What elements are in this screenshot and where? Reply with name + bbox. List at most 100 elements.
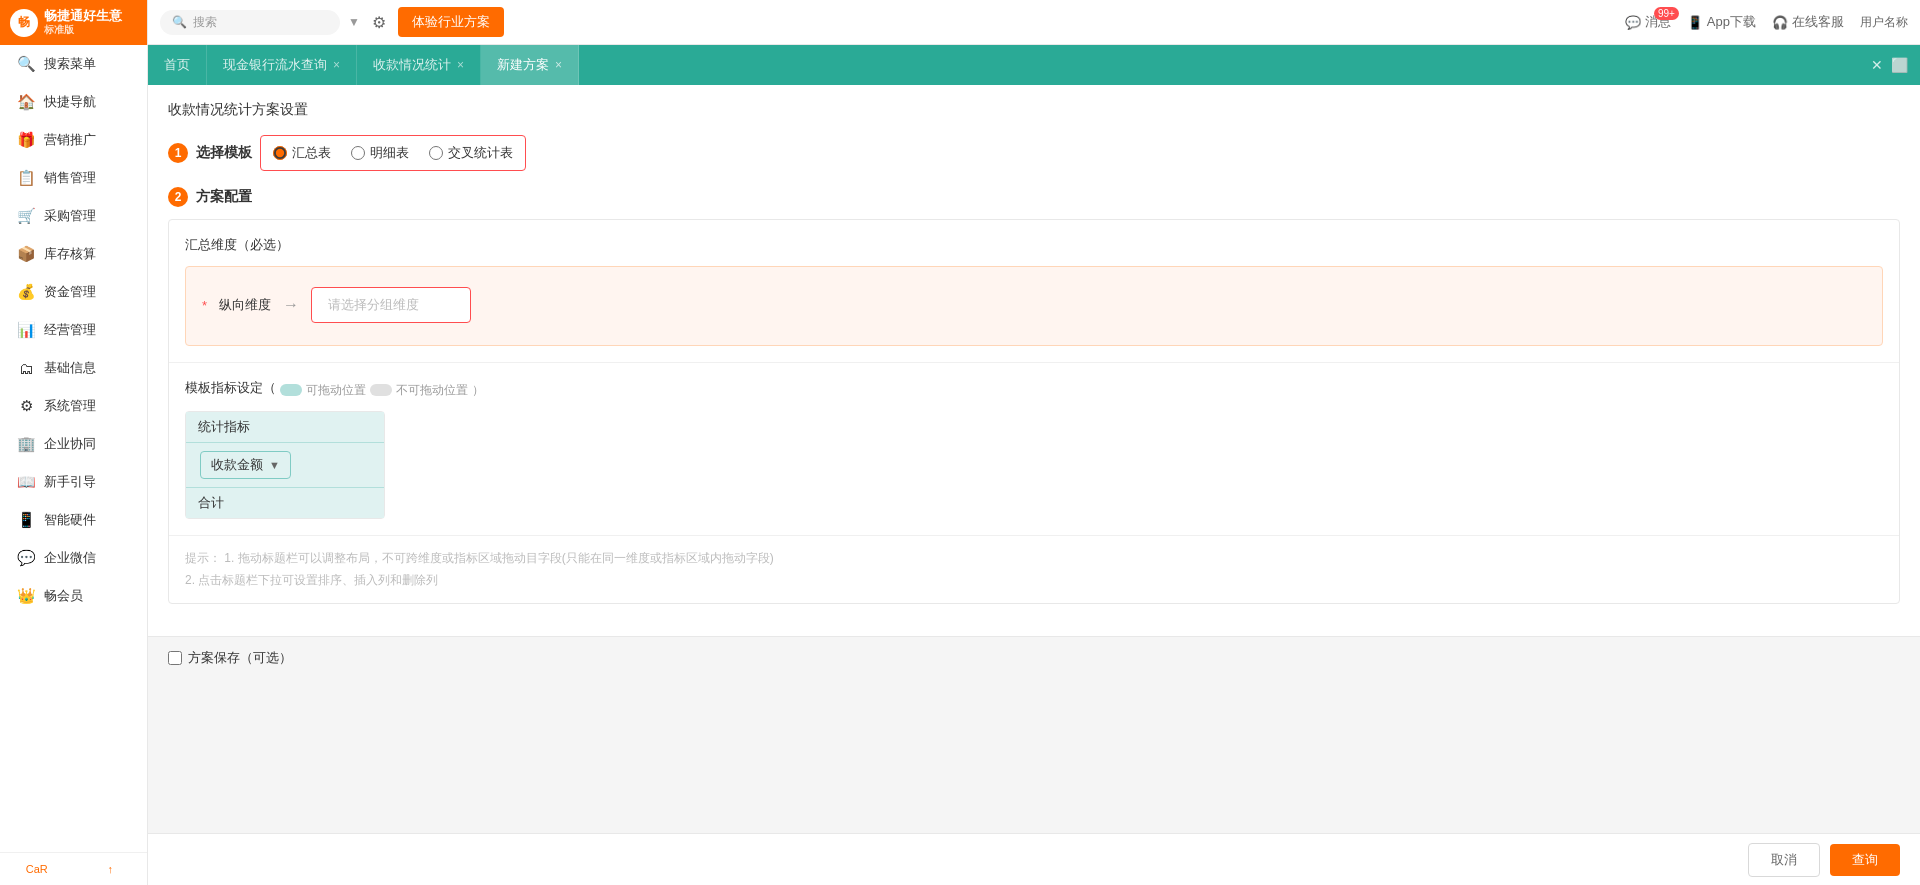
tab-label-bank-flow: 现金银行流水查询 bbox=[223, 56, 327, 74]
sidebar-logo: 畅 畅捷通好生意 标准版 bbox=[0, 0, 147, 45]
dimension-row: * 纵向维度 → 请选择分组维度 bbox=[202, 287, 1866, 323]
member-icon: 👑 bbox=[16, 587, 36, 605]
sidebar-item-enterprise[interactable]: 🏢 企业协同 bbox=[0, 425, 147, 463]
sidebar-item-finance[interactable]: 💰资金管理 bbox=[0, 273, 147, 311]
required-mark: * bbox=[202, 298, 207, 313]
header-dropdown-arrow[interactable]: ▼ bbox=[348, 15, 360, 29]
tabs-spacer bbox=[579, 45, 1859, 85]
enterprise-label: 企业协同 bbox=[44, 435, 96, 453]
tab-home[interactable]: 首页 bbox=[148, 45, 207, 85]
basic-icon: 🗂 bbox=[16, 360, 36, 377]
radio-summary[interactable] bbox=[273, 146, 287, 160]
radio-cross[interactable] bbox=[429, 146, 443, 160]
tab-new-plan[interactable]: 新建方案 × bbox=[481, 45, 579, 85]
option-summary[interactable]: 汇总表 bbox=[273, 144, 331, 162]
tip-1: 提示： 1. 拖动标题栏可以调整布局，不可跨维度或指标区域拖动目字段(只能在同一… bbox=[185, 548, 1883, 570]
header: 🔍 搜索 ▼ ⚙ 体验行业方案 💬 消息 99+ 📱 App下载 🎧 在线客服 … bbox=[148, 0, 1920, 45]
user-name[interactable]: 用户名称 bbox=[1860, 14, 1908, 31]
online-support-label: 在线客服 bbox=[1792, 13, 1844, 31]
indicator-header-row: 模板指标设定（ 可拖动位置 不可拖动位置 ） bbox=[185, 379, 1883, 401]
dimension-area: * 纵向维度 → 请选择分组维度 bbox=[185, 266, 1883, 346]
query-button[interactable]: 查询 bbox=[1830, 844, 1900, 876]
cancel-button[interactable]: 取消 bbox=[1748, 843, 1820, 877]
stats-area: 统计指标 收款金额 ▼ 合计 bbox=[185, 411, 385, 519]
member-label: 畅会员 bbox=[44, 587, 83, 605]
messages-action[interactable]: 💬 消息 99+ bbox=[1625, 13, 1671, 31]
app-download-label: App下载 bbox=[1707, 13, 1756, 31]
tab-close-receipt-stats[interactable]: × bbox=[457, 58, 464, 72]
inventory-icon: 📦 bbox=[16, 245, 36, 263]
online-support-action[interactable]: 🎧 在线客服 bbox=[1772, 13, 1844, 31]
sidebar-item-system[interactable]: ⚙ 系统管理 bbox=[0, 387, 147, 425]
basic-label: 基础信息 bbox=[44, 359, 96, 377]
tab-bank-flow[interactable]: 现金银行流水查询 × bbox=[207, 45, 357, 85]
sidebar-item-purchase[interactable]: 🛒 采购管理 bbox=[0, 197, 147, 235]
content-area: 收款情况统计方案设置 1 选择模板 汇总表 明细表 bbox=[148, 85, 1920, 833]
stats-tag-label: 收款金额 bbox=[211, 456, 263, 474]
support-icon: 🎧 bbox=[1772, 15, 1788, 30]
sidebar-item-hardware[interactable]: 📱 智能硬件 bbox=[0, 501, 147, 539]
tabs-container: 首页现金银行流水查询 ×收款情况统计 ×新建方案 × bbox=[148, 45, 579, 85]
sidebar-footer-left[interactable]: CaR bbox=[0, 853, 74, 885]
sidebar-item-basic[interactable]: 🗂 基础信息 bbox=[0, 349, 147, 387]
option-cross[interactable]: 交叉统计表 bbox=[429, 144, 513, 162]
sidebar-item-member[interactable]: 👑 畅会员 bbox=[0, 577, 147, 615]
app-icon: 📱 bbox=[1687, 15, 1703, 30]
main-area: 🔍 搜索 ▼ ⚙ 体验行业方案 💬 消息 99+ 📱 App下载 🎧 在线客服 … bbox=[148, 0, 1920, 885]
message-icon: 💬 bbox=[1625, 15, 1641, 30]
header-search-box[interactable]: 🔍 搜索 bbox=[160, 10, 340, 35]
wechat-label: 企业微信 bbox=[44, 549, 96, 567]
window-buttons: ✕ ⬜ bbox=[1859, 45, 1920, 85]
system-icon: ⚙ bbox=[16, 397, 36, 415]
logo-icon: 畅 bbox=[10, 9, 38, 37]
dimension-select[interactable]: 请选择分组维度 bbox=[311, 287, 471, 323]
step2-section: 2 方案配置 汇总维度（必选） * 纵向维度 → bbox=[168, 187, 1900, 604]
save-option-row: 方案保存（可选） bbox=[148, 636, 1920, 679]
option-detail[interactable]: 明细表 bbox=[351, 144, 409, 162]
guide-icon: 📖 bbox=[16, 473, 36, 491]
dimension-title-text: 汇总维度（必选） bbox=[185, 237, 289, 252]
stats-header: 统计指标 bbox=[186, 412, 384, 443]
sidebar-item-operation[interactable]: 📊经营管理 bbox=[0, 311, 147, 349]
sidebar-item-search[interactable]: 🔍 搜索菜单 bbox=[0, 45, 147, 83]
sidebar-item-quick-nav[interactable]: 🏠快捷导航 bbox=[0, 83, 147, 121]
purchase-icon: 🛒 bbox=[16, 207, 36, 225]
enterprise-icon: 🏢 bbox=[16, 435, 36, 453]
sidebar-item-wechat[interactable]: 💬 企业微信 bbox=[0, 539, 147, 577]
tab-receipt-stats[interactable]: 收款情况统计 × bbox=[357, 45, 481, 85]
hardware-icon: 📱 bbox=[16, 511, 36, 529]
system-label: 系统管理 bbox=[44, 397, 96, 415]
tab-close-new-plan[interactable]: × bbox=[555, 58, 562, 72]
radio-detail[interactable] bbox=[351, 146, 365, 160]
sales-icon: 📋 bbox=[16, 169, 36, 187]
sidebar-item-guide[interactable]: 📖新手引导 bbox=[0, 463, 147, 501]
dimension-section-title: 汇总维度（必选） bbox=[185, 236, 1883, 254]
wechat-icon: 💬 bbox=[16, 549, 36, 567]
search-label: 搜索菜单 bbox=[44, 55, 96, 73]
indicator-section: 模板指标设定（ 可拖动位置 不可拖动位置 ） 统计指标 bbox=[169, 363, 1899, 535]
tips-section: 提示： 1. 拖动标题栏可以调整布局，不可跨维度或指标区域拖动目字段(只能在同一… bbox=[169, 535, 1899, 603]
tab-close-bank-flow[interactable]: × bbox=[333, 58, 340, 72]
hardware-label: 智能硬件 bbox=[44, 511, 96, 529]
sidebar-item-marketing[interactable]: 🎁营销推广 bbox=[0, 121, 147, 159]
maximize-window-btn[interactable]: ⬜ bbox=[1891, 57, 1908, 73]
header-gear-icon[interactable]: ⚙ bbox=[372, 13, 386, 32]
sidebar-footer: CaR ↑ bbox=[0, 852, 147, 885]
app-download-action[interactable]: 📱 App下载 bbox=[1687, 13, 1756, 31]
legend-movable-label: 可拖动位置 bbox=[306, 382, 366, 399]
tab-label-home: 首页 bbox=[164, 56, 190, 74]
search-placeholder-text: 搜索 bbox=[193, 14, 217, 31]
legend-close-paren: ） bbox=[472, 382, 484, 399]
header-actions: 💬 消息 99+ 📱 App下载 🎧 在线客服 用户名称 bbox=[1625, 13, 1908, 31]
option-cross-label: 交叉统计表 bbox=[448, 144, 513, 162]
sidebar-item-inventory[interactable]: 📦库存核算 bbox=[0, 235, 147, 273]
purchase-label: 采购管理 bbox=[44, 207, 96, 225]
save-checkbox[interactable] bbox=[168, 651, 182, 665]
sidebar-item-sales[interactable]: 📋销售管理 bbox=[0, 159, 147, 197]
trial-button[interactable]: 体验行业方案 bbox=[398, 7, 504, 37]
close-window-btn[interactable]: ✕ bbox=[1871, 57, 1883, 73]
search-icon: 🔍 bbox=[16, 55, 36, 73]
sidebar-footer-right[interactable]: ↑ bbox=[74, 853, 148, 885]
stats-tag[interactable]: 收款金额 ▼ bbox=[200, 451, 291, 479]
step1-header: 1 选择模板 汇总表 明细表 交叉统计表 bbox=[168, 135, 1900, 171]
